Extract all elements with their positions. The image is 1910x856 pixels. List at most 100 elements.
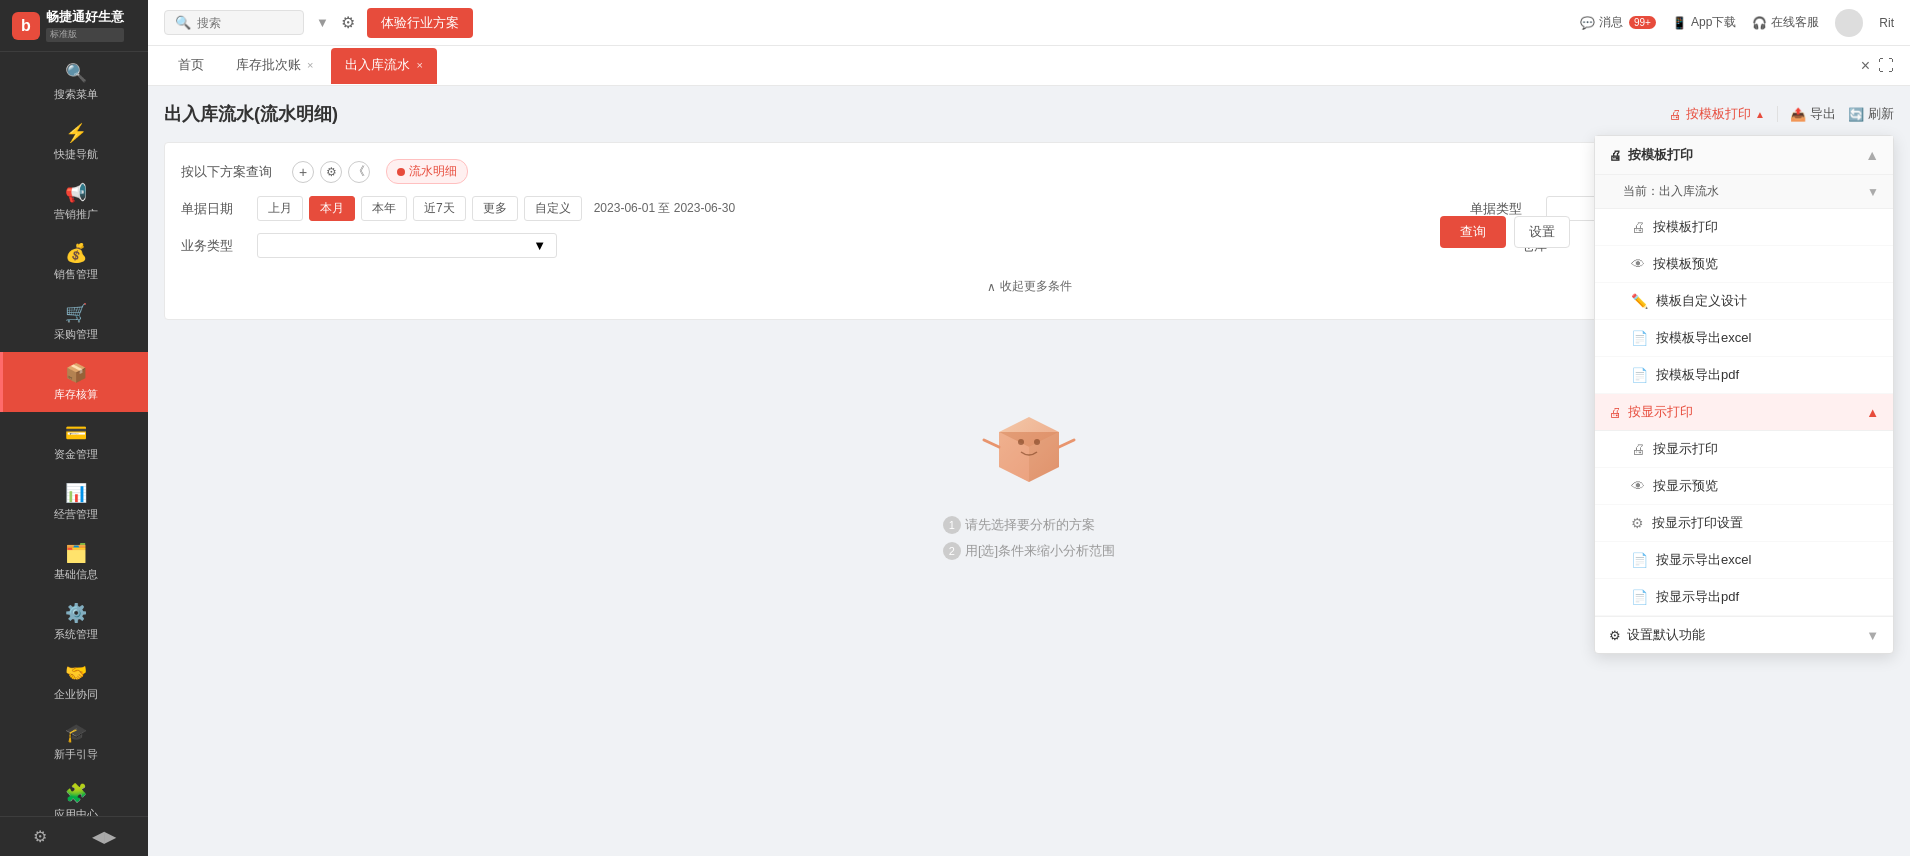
sidebar-item-marketing[interactable]: 📢 营销推广 bbox=[0, 172, 148, 232]
topbar-gear-btn[interactable]: ⚙ bbox=[341, 13, 355, 32]
settings-button[interactable]: 设置 bbox=[1514, 216, 1570, 248]
date-tag-last-month[interactable]: 上月 bbox=[257, 196, 303, 221]
sidebar-label-operations: 经营管理 bbox=[54, 507, 98, 522]
refresh-btn[interactable]: 🔄 刷新 bbox=[1848, 105, 1894, 123]
dropdown-item-template-custom[interactable]: ✏️ 模板自定义设计 bbox=[1595, 283, 1893, 320]
chip-label: 流水明细 bbox=[409, 163, 457, 180]
sidebar-item-system[interactable]: ⚙️ 系统管理 bbox=[0, 592, 148, 652]
print-btn[interactable]: 🖨 按模板打印 ▲ bbox=[1669, 105, 1765, 123]
dropdown-item-template-excel[interactable]: 📄 按模板导出excel bbox=[1595, 320, 1893, 357]
topbar-search-box[interactable]: 🔍 bbox=[164, 10, 304, 35]
display-pdf-icon: 📄 bbox=[1631, 589, 1648, 605]
filter-chip-liushuimingxi[interactable]: 流水明细 bbox=[386, 159, 468, 184]
dropdown-sub-arrow[interactable]: ▼ bbox=[1867, 185, 1879, 199]
dropdown-item-display-pdf[interactable]: 📄 按显示导出pdf bbox=[1595, 579, 1893, 616]
filter-collapse-btn[interactable]: 《 bbox=[348, 161, 370, 183]
date-tag-custom[interactable]: 自定义 bbox=[524, 196, 582, 221]
sidebar-label-marketing: 营销推广 bbox=[54, 207, 98, 222]
sidebar-item-finance[interactable]: 💳 资金管理 bbox=[0, 412, 148, 472]
tab-fullscreen-btn[interactable]: ⛶ bbox=[1878, 57, 1894, 75]
sidebar-item-search[interactable]: 🔍 搜索菜单 bbox=[0, 52, 148, 112]
chip-dot bbox=[397, 168, 405, 176]
sidebar: b 畅捷通好生意 标准版 🔍 搜索菜单 ⚡ 快捷导航 📢 营销推广 💰 销售管理… bbox=[0, 0, 148, 856]
tab-batch[interactable]: 库存批次账 × bbox=[222, 48, 327, 84]
biz-type-label: 业务类型 bbox=[181, 237, 241, 255]
dropdown-item-template-pdf[interactable]: 📄 按模板导出pdf bbox=[1595, 357, 1893, 394]
template-pdf-icon: 📄 bbox=[1631, 367, 1648, 383]
date-tag-this-year[interactable]: 本年 bbox=[361, 196, 407, 221]
content-area: 出入库流水(流水明细) 🖨 按模板打印 ▲ 📤 导出 🔄 刷新 bbox=[148, 86, 1910, 856]
sidebar-item-nav[interactable]: ⚡ 快捷导航 bbox=[0, 112, 148, 172]
sidebar-label-purchase: 采购管理 bbox=[54, 327, 98, 342]
tab-home[interactable]: 首页 bbox=[164, 48, 218, 84]
dropdown-item-display-settings[interactable]: ⚙ 按显示打印设置 bbox=[1595, 505, 1893, 542]
online-service-btn[interactable]: 🎧 在线客服 bbox=[1752, 14, 1819, 31]
date-tag-more[interactable]: 更多 bbox=[472, 196, 518, 221]
date-tag-group: 上月 本月 本年 近7天 更多 自定义 2023-06-01 至 2023-06… bbox=[257, 196, 735, 221]
date-tag-this-month[interactable]: 本月 bbox=[309, 196, 355, 221]
sidebar-item-purchase[interactable]: 🛒 采购管理 bbox=[0, 292, 148, 352]
search-icon-topbar: 🔍 bbox=[175, 15, 191, 30]
refresh-icon: 🔄 bbox=[1848, 107, 1864, 122]
query-button[interactable]: 查询 bbox=[1440, 216, 1506, 248]
user-avatar[interactable] bbox=[1835, 9, 1863, 37]
sidebar-nav: 🔍 搜索菜单 ⚡ 快捷导航 📢 营销推广 💰 销售管理 🛒 采购管理 📦 库存核… bbox=[0, 52, 148, 816]
filter-add-btn[interactable]: + bbox=[292, 161, 314, 183]
display-section-icon: 🖨 bbox=[1609, 405, 1622, 420]
settings-bottom-btn[interactable]: ⚙ bbox=[33, 827, 47, 846]
print-dropdown: 🖨 按模板打印 ▲ 当前：出入库流水 ▼ 🖨 按模板打印 bbox=[1594, 135, 1894, 654]
sidebar-item-operations[interactable]: 📊 经营管理 bbox=[0, 472, 148, 532]
display-section-arrow: ▲ bbox=[1866, 405, 1879, 420]
sidebar-label-finance: 资金管理 bbox=[54, 447, 98, 462]
biz-type-select[interactable]: ▼ bbox=[257, 233, 557, 258]
dropdown-item-template-preview[interactable]: 👁 按模板预览 bbox=[1595, 246, 1893, 283]
sidebar-item-cooperation[interactable]: 🤝 企业协同 bbox=[0, 652, 148, 712]
sidebar-item-basic[interactable]: 🗂️ 基础信息 bbox=[0, 532, 148, 592]
display-pdf-label: 按显示导出pdf bbox=[1656, 588, 1739, 606]
tab-flow-close[interactable]: × bbox=[416, 59, 422, 71]
divider-1 bbox=[1777, 106, 1778, 122]
dropdown-collapse-btn[interactable]: ▲ bbox=[1865, 147, 1879, 163]
sidebar-item-inventory[interactable]: 📦 库存核算 bbox=[0, 352, 148, 412]
sidebar-item-sales[interactable]: 💰 销售管理 bbox=[0, 232, 148, 292]
dropdown-section-display[interactable]: 🖨 按显示打印 ▲ bbox=[1595, 394, 1893, 431]
filter-gear-btn[interactable]: ⚙ bbox=[320, 161, 342, 183]
hint-text-2: 用[选]条件来缩小分析范围 bbox=[965, 543, 1115, 558]
tab-flow[interactable]: 出入库流水 × bbox=[331, 48, 436, 84]
collapse-sidebar-btn[interactable]: ◀▶ bbox=[92, 827, 116, 846]
topbar-dropdown-arrow[interactable]: ▼ bbox=[316, 15, 329, 30]
template-print-label: 按模板打印 bbox=[1653, 218, 1718, 236]
dropdown-item-display-preview[interactable]: 👁 按显示预览 bbox=[1595, 468, 1893, 505]
topbar-right: 💬 消息 99+ 📱 App下载 🎧 在线客服 Rit bbox=[1580, 9, 1894, 37]
app-download-label: App下载 bbox=[1691, 14, 1736, 31]
sidebar-item-apps[interactable]: 🧩 应用中心 bbox=[0, 772, 148, 816]
sidebar-label-nav: 快捷导航 bbox=[54, 147, 98, 162]
tab-batch-close[interactable]: × bbox=[307, 59, 313, 71]
print-label: 按模板打印 bbox=[1686, 105, 1751, 123]
dropdown-item-template-print[interactable]: 🖨 按模板打印 bbox=[1595, 209, 1893, 246]
page-header: 出入库流水(流水明细) 🖨 按模板打印 ▲ 📤 导出 🔄 刷新 bbox=[164, 102, 1894, 126]
sidebar-label-apps: 应用中心 bbox=[54, 807, 98, 816]
empty-illustration bbox=[979, 392, 1079, 492]
dropdown-item-display-excel[interactable]: 📄 按显示导出excel bbox=[1595, 542, 1893, 579]
search-input[interactable] bbox=[197, 16, 287, 30]
dropdown-footer[interactable]: ⚙ 设置默认功能 ▼ bbox=[1595, 616, 1893, 653]
system-icon: ⚙️ bbox=[65, 602, 87, 624]
industry-btn[interactable]: 体验行业方案 bbox=[367, 8, 473, 38]
sidebar-item-guide[interactable]: 🎓 新手引导 bbox=[0, 712, 148, 772]
topbar: 🔍 ▼ ⚙ 体验行业方案 💬 消息 99+ 📱 App下载 🎧 在线客服 Rit bbox=[148, 0, 1910, 46]
page-actions: 🖨 按模板打印 ▲ 📤 导出 🔄 刷新 🖨 bbox=[1669, 105, 1894, 123]
template-excel-label: 按模板导出excel bbox=[1656, 329, 1751, 347]
date-tag-7days[interactable]: 近7天 bbox=[413, 196, 466, 221]
dropdown-item-display-print[interactable]: 🖨 按显示打印 bbox=[1595, 431, 1893, 468]
logo-icon: b bbox=[12, 12, 40, 40]
svg-line-6 bbox=[984, 440, 999, 447]
export-btn[interactable]: 📤 导出 bbox=[1790, 105, 1836, 123]
message-btn[interactable]: 💬 消息 99+ bbox=[1580, 14, 1656, 31]
tab-close-all-btn[interactable]: × bbox=[1861, 57, 1870, 75]
app-download-btn[interactable]: 📱 App下载 bbox=[1672, 14, 1736, 31]
date-label: 单据日期 bbox=[181, 200, 241, 218]
date-range-display: 2023-06-01 至 2023-06-30 bbox=[594, 200, 735, 217]
display-settings-label: 按显示打印设置 bbox=[1652, 514, 1743, 532]
current-template-label: 当前：出入库流水 bbox=[1623, 183, 1719, 200]
